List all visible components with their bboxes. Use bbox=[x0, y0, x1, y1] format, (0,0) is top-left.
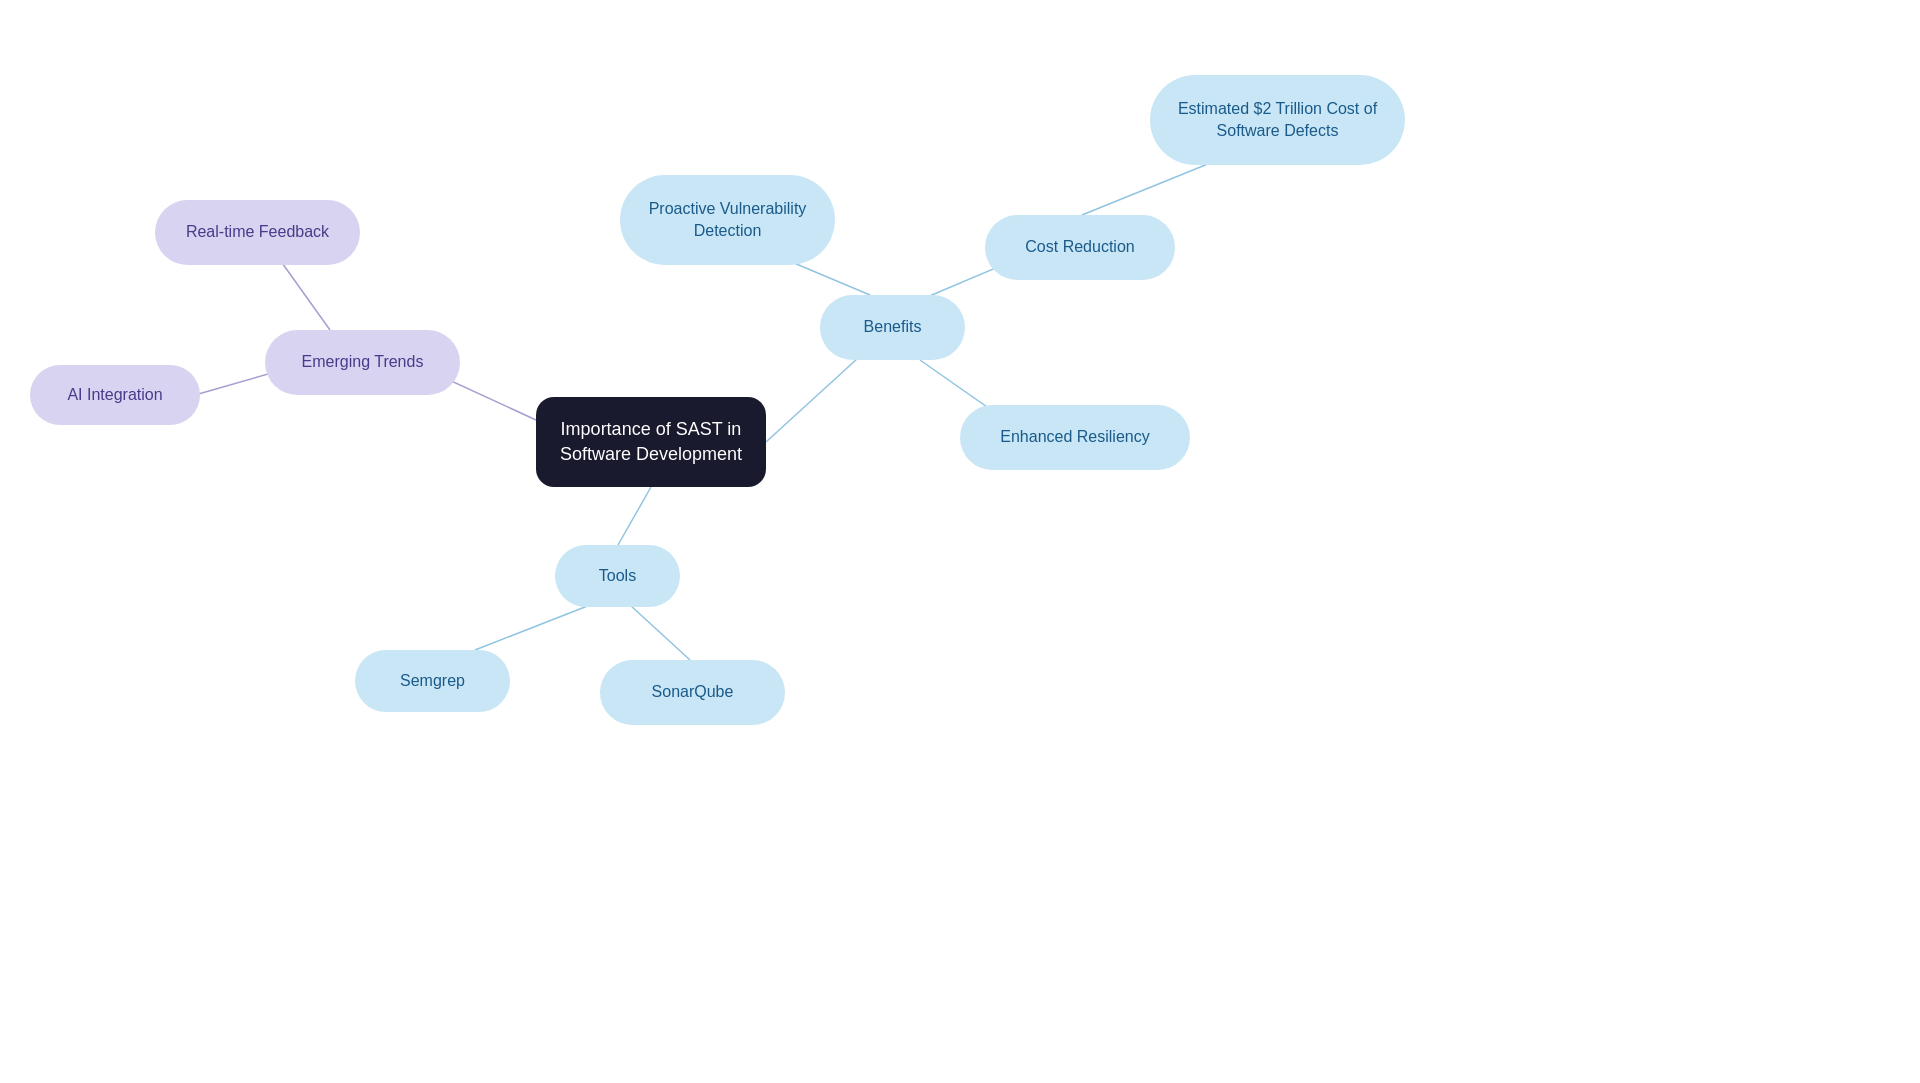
emerging-trends-label: Emerging Trends bbox=[282, 339, 444, 385]
center-node: Importance of SAST in Software Developme… bbox=[536, 397, 766, 487]
svg-line-6 bbox=[280, 260, 330, 330]
enhanced-resiliency-label: Enhanced Resiliency bbox=[980, 414, 1169, 460]
sonarqube-label: SonarQube bbox=[632, 669, 754, 715]
estimated-node: Estimated $2 Trillion Cost of Software D… bbox=[1150, 75, 1405, 165]
svg-line-8 bbox=[618, 487, 651, 545]
emerging-trends-node: Emerging Trends bbox=[265, 330, 460, 395]
tools-node: Tools bbox=[555, 545, 680, 607]
center-label: Importance of SAST in Software Developme… bbox=[536, 405, 766, 479]
semgrep-label: Semgrep bbox=[380, 658, 485, 704]
realtime-feedback-node: Real-time Feedback bbox=[155, 200, 360, 265]
ai-integration-label: AI Integration bbox=[47, 372, 182, 418]
semgrep-node: Semgrep bbox=[355, 650, 510, 712]
svg-line-10 bbox=[630, 605, 690, 660]
proactive-node: Proactive Vulnerability Detection bbox=[620, 175, 835, 265]
svg-line-9 bbox=[475, 605, 590, 650]
proactive-label: Proactive Vulnerability Detection bbox=[620, 186, 835, 255]
realtime-feedback-label: Real-time Feedback bbox=[166, 209, 349, 255]
cost-reduction-label: Cost Reduction bbox=[1005, 224, 1154, 270]
benefits-label: Benefits bbox=[844, 304, 942, 350]
cost-reduction-node: Cost Reduction bbox=[985, 215, 1175, 280]
enhanced-resiliency-node: Enhanced Resiliency bbox=[960, 405, 1190, 470]
tools-label: Tools bbox=[579, 553, 656, 599]
sonarqube-node: SonarQube bbox=[600, 660, 785, 725]
estimated-label: Estimated $2 Trillion Cost of Software D… bbox=[1150, 86, 1405, 155]
benefits-node: Benefits bbox=[820, 295, 965, 360]
ai-integration-node: AI Integration bbox=[30, 365, 200, 425]
